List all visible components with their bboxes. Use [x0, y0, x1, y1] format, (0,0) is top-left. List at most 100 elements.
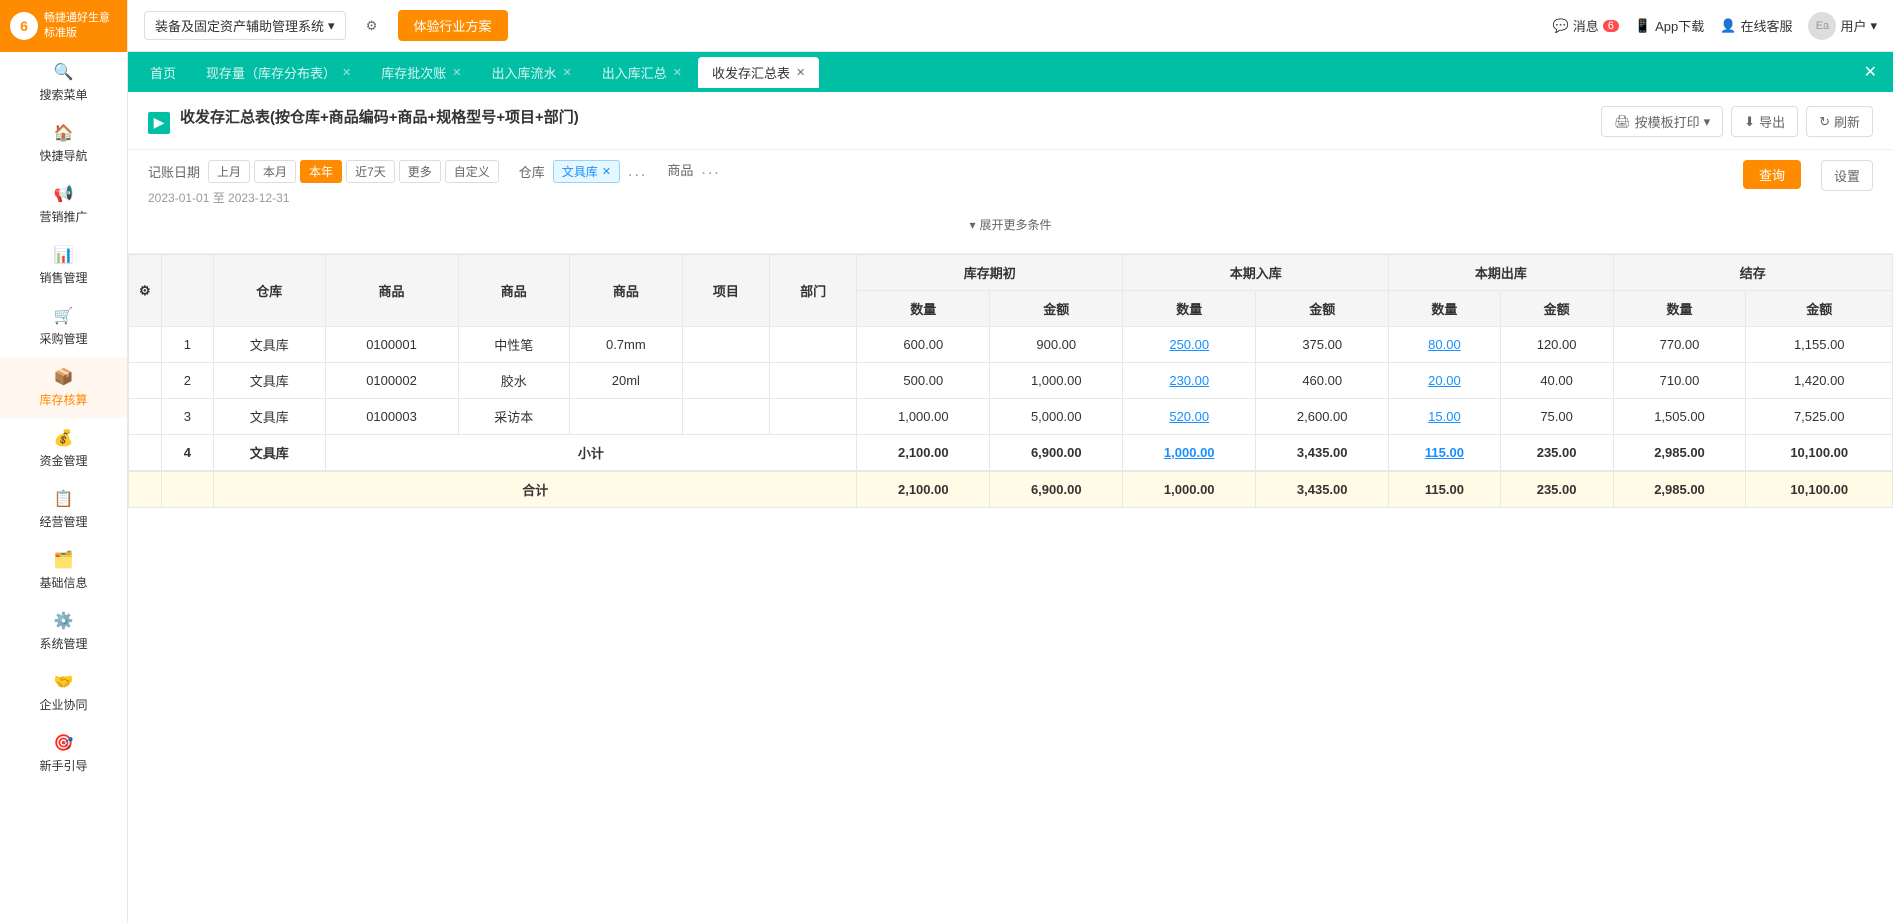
message-button[interactable]: 💬 消息 6 — [1553, 16, 1619, 35]
cell-name: 胶水 — [458, 363, 569, 399]
sidebar-item-finance[interactable]: 💰 资金管理 — [0, 418, 127, 479]
user-label: 用户 — [1840, 16, 1866, 35]
cell-init-amt: 5,000.00 — [990, 399, 1123, 435]
tab-home[interactable]: 首页 — [136, 57, 190, 88]
out-qty-link[interactable]: 20.00 — [1428, 373, 1461, 388]
tab-close-icon[interactable]: ✕ — [342, 66, 351, 79]
cell-warehouse: 文具库 — [214, 399, 325, 435]
cell-out-qty[interactable]: 80.00 — [1389, 327, 1501, 363]
sidebar-item-inventory[interactable]: 📦 库存核算 — [0, 357, 127, 418]
query-button[interactable]: 查询 — [1743, 160, 1801, 189]
system-name: 装备及固定资产辅助管理系统 — [155, 16, 324, 35]
online-service-button[interactable]: 👤 在线客服 — [1720, 16, 1792, 35]
date-btn-cur-year[interactable]: 本年 — [300, 160, 342, 183]
date-btn-more[interactable]: 更多 — [399, 160, 441, 183]
sidebar-item-basic[interactable]: 🗂️ 基础信息 — [0, 540, 127, 601]
in-qty-link[interactable]: 230.00 — [1169, 373, 1209, 388]
cell-in-qty[interactable]: 520.00 — [1123, 399, 1256, 435]
sidebar-item-label: 快捷导航 — [39, 147, 87, 164]
app-download-button[interactable]: 📱 App下载 — [1635, 16, 1704, 35]
app-download-label: App下载 — [1655, 16, 1704, 35]
sidebar-item-enterprise[interactable]: 🤝 企业协同 — [0, 662, 127, 723]
warehouse-more-button[interactable]: ... — [628, 163, 647, 181]
system-selector[interactable]: 装备及固定资产辅助管理系统 ▾ — [144, 11, 346, 40]
table-settings-col[interactable]: ⚙ — [129, 255, 162, 327]
cell-bal-amt: 7,525.00 — [1746, 399, 1893, 435]
cell-out-qty[interactable]: 15.00 — [1389, 399, 1501, 435]
cell-in-qty[interactable]: 230.00 — [1123, 363, 1256, 399]
cell-subtotal-label: 小计 — [325, 435, 857, 472]
cell-out-qty[interactable]: 115.00 — [1389, 435, 1501, 472]
try-button[interactable]: 体验行业方案 — [398, 10, 508, 41]
warehouse-remove-button[interactable]: ✕ — [602, 165, 611, 178]
tab-close-icon[interactable]: ✕ — [452, 66, 461, 79]
cell-in-qty[interactable]: 250.00 — [1123, 327, 1256, 363]
message-icon: 💬 — [1553, 18, 1569, 34]
col-no — [161, 255, 213, 327]
cell-dept — [770, 327, 857, 363]
tab-bar: 首页 现存量（库存分布表） ✕ 库存批次账 ✕ 出入库流水 ✕ 出入库汇总 ✕ … — [128, 52, 1893, 92]
cell-init-amt: 900.00 — [990, 327, 1123, 363]
cell-out-amt: 120.00 — [1500, 327, 1613, 363]
tab-flow[interactable]: 出入库流水 ✕ — [477, 57, 585, 88]
warehouse-tag-text: 文具库 — [562, 163, 598, 180]
dropdown-arrow-icon: ▾ — [328, 18, 335, 34]
cell-init-qty: 1,000.00 — [857, 399, 990, 435]
date-btn-7days[interactable]: 近7天 — [346, 160, 395, 183]
cell-in-amt: 3,435.00 — [1256, 435, 1389, 472]
col-project: 项目 — [682, 255, 769, 327]
col-in-qty: 数量 — [1123, 291, 1256, 327]
cell-out-amt: 40.00 — [1500, 363, 1613, 399]
print-icon: 🖨 — [1614, 114, 1631, 130]
sidebar-item-purchase[interactable]: 🛒 采购管理 — [0, 296, 127, 357]
message-badge: 6 — [1603, 20, 1619, 32]
system-icon: ⚙️ — [54, 611, 74, 631]
sidebar-item-system[interactable]: ⚙️ 系统管理 — [0, 601, 127, 662]
print-button[interactable]: 🖨 按模板打印 ▾ — [1601, 106, 1723, 137]
sidebar-item-label: 营销推广 — [39, 208, 87, 225]
in-qty-link[interactable]: 520.00 — [1169, 409, 1209, 424]
cell-out-qty[interactable]: 20.00 — [1389, 363, 1501, 399]
export-button[interactable]: ⬇ 导出 — [1731, 106, 1798, 137]
cell-init-qty: 2,100.00 — [857, 435, 990, 472]
date-btn-cur-month[interactable]: 本月 — [254, 160, 296, 183]
tab-close-icon[interactable]: ✕ — [563, 66, 572, 79]
sidebar-item-sales[interactable]: 📊 销售管理 — [0, 235, 127, 296]
tab-stock-dist[interactable]: 现存量（库存分布表） ✕ — [192, 57, 365, 88]
cell-settings — [129, 327, 162, 363]
logo-text: 畅捷通好生意 标准版 — [44, 11, 110, 42]
out-qty-link[interactable]: 15.00 — [1428, 409, 1461, 424]
sidebar-item-operations[interactable]: 📋 经营管理 — [0, 479, 127, 540]
sidebar-item-quick[interactable]: 🏠 快捷导航 — [0, 113, 127, 174]
cell-in-amt: 2,600.00 — [1256, 399, 1389, 435]
date-btn-custom[interactable]: 自定义 — [445, 160, 499, 183]
tab-bar-close-button[interactable]: ✕ — [1856, 62, 1885, 82]
sidebar-item-marketing[interactable]: 📢 营销推广 — [0, 174, 127, 235]
goods-more-button[interactable]: ... — [701, 161, 720, 179]
col-out-qty: 数量 — [1389, 291, 1501, 327]
out-qty-link[interactable]: 80.00 — [1428, 337, 1461, 352]
cell-in-amt: 375.00 — [1256, 327, 1389, 363]
sidebar-item-search[interactable]: 🔍 搜索菜单 — [0, 52, 127, 113]
cell-dept — [770, 399, 857, 435]
col-bal-qty: 数量 — [1613, 291, 1746, 327]
expand-more-button[interactable]: ▾ 展开更多条件 — [961, 212, 1059, 237]
subtotal-out-qty-link[interactable]: 115.00 — [1425, 445, 1464, 460]
sidebar-item-guide[interactable]: 🎯 新手引导 — [0, 723, 127, 784]
tab-close-icon[interactable]: ✕ — [796, 66, 805, 79]
home-icon: 🏠 — [54, 123, 74, 143]
settings-icon[interactable]: ⚙ — [356, 10, 388, 42]
tab-summary[interactable]: 出入库汇总 ✕ — [588, 57, 696, 88]
date-btn-prev-month[interactable]: 上月 — [208, 160, 250, 183]
expand-arrow-button[interactable]: ▶ — [148, 112, 170, 134]
tab-close-icon[interactable]: ✕ — [673, 66, 682, 79]
phone-icon: 📱 — [1635, 18, 1651, 34]
tab-batch[interactable]: 库存批次账 ✕ — [367, 57, 475, 88]
refresh-button[interactable]: ↻ 刷新 — [1806, 106, 1873, 137]
tab-collect-summary[interactable]: 收发存汇总表 ✕ — [698, 57, 819, 88]
subtotal-in-qty-link[interactable]: 1,000.00 — [1164, 445, 1215, 460]
settings-small-button[interactable]: 设置 — [1821, 160, 1873, 191]
in-qty-link[interactable]: 250.00 — [1169, 337, 1209, 352]
user-menu[interactable]: Ea 用户 ▾ — [1808, 12, 1877, 40]
cell-in-qty[interactable]: 1,000.00 — [1123, 435, 1256, 472]
